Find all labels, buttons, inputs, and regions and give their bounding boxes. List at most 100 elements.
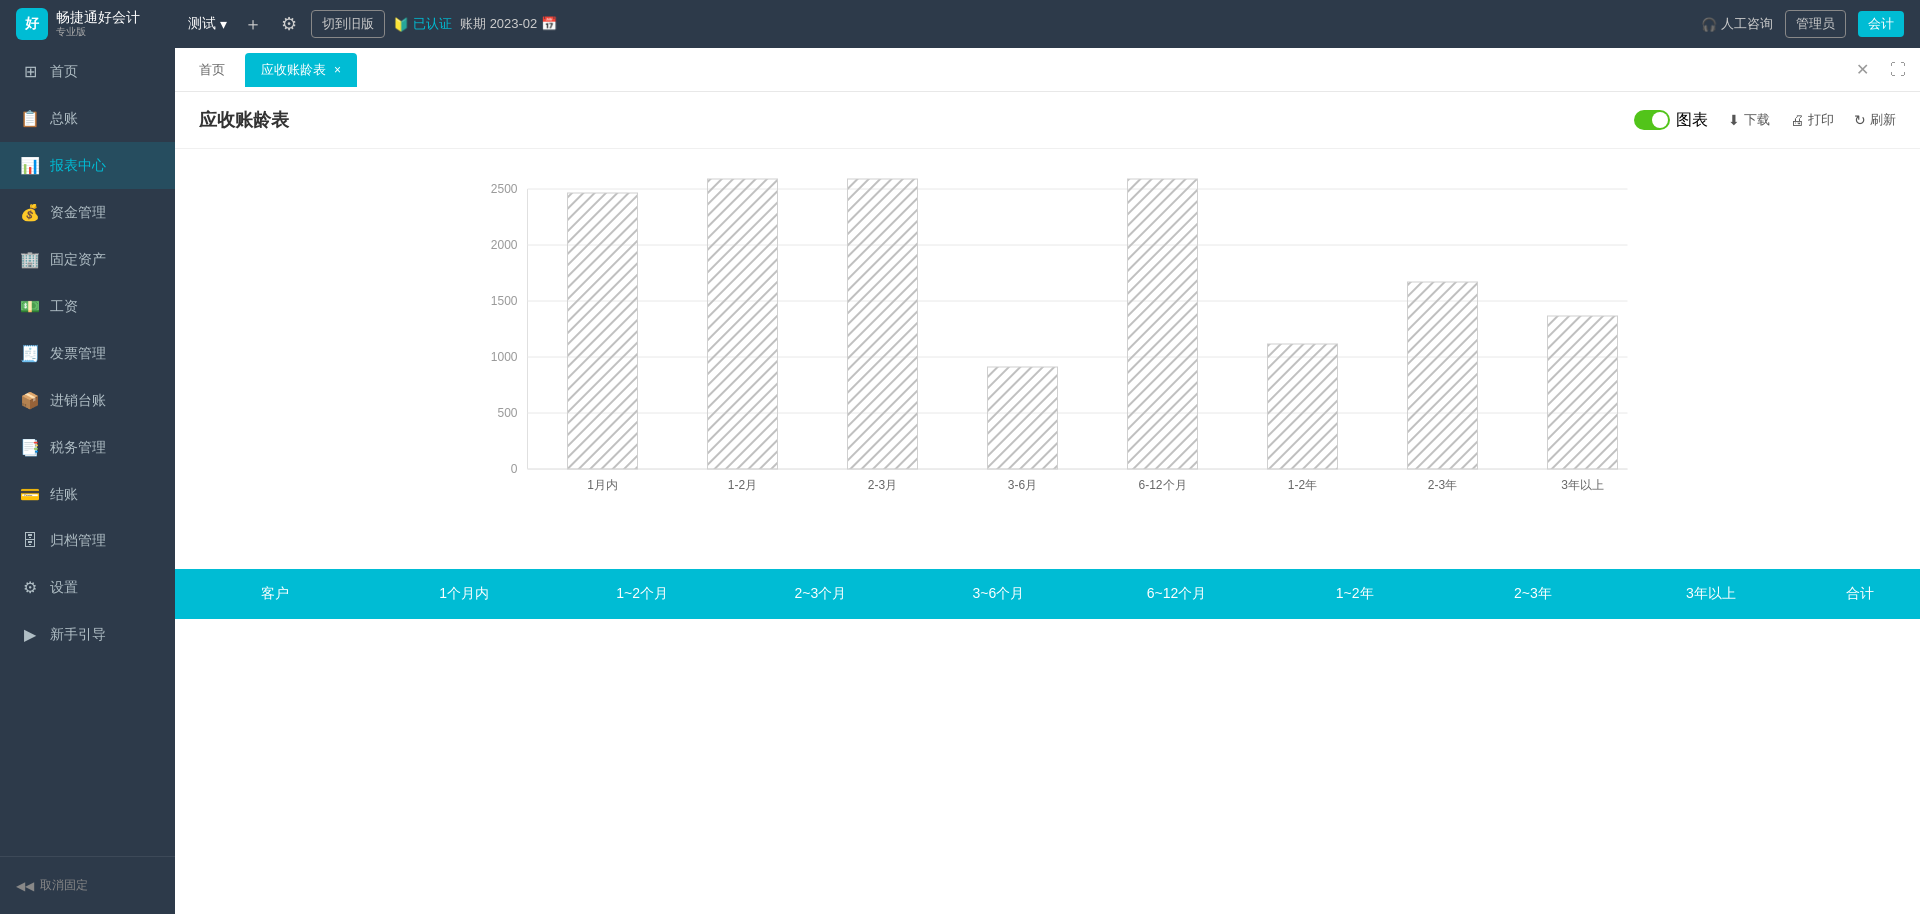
table-header-cell: 1~2个月 <box>553 569 731 619</box>
top-header: 好 畅捷通好会计 专业版 测试 ▾ ＋ ⚙ 切到旧版 🔰 已认证 账期 2023… <box>0 0 1920 48</box>
svg-text:1-2月: 1-2月 <box>728 478 757 492</box>
add-button[interactable]: ＋ <box>239 10 267 38</box>
user-button[interactable]: 管理员 <box>1785 10 1846 38</box>
content-area: 首页 应收账龄表 × ✕ ⛶ 应收账龄表 <box>175 48 1920 914</box>
sidebar-item-capital[interactable]: 💰 资金管理 <box>0 189 175 236</box>
print-icon: 🖨 <box>1790 112 1804 128</box>
tab-expand-button[interactable]: ⛶ <box>1884 56 1912 84</box>
sidebar-item-invoice[interactable]: 🧾 发票管理 <box>0 330 175 377</box>
sidebar-item-archive[interactable]: 🗄 归档管理 <box>0 518 175 564</box>
table-header-cell: 3~6个月 <box>909 569 1087 619</box>
sidebar-icon-checkout: 💳 <box>20 485 40 504</box>
sidebar-icon-capital: 💰 <box>20 203 40 222</box>
sidebar-item-tax[interactable]: 📑 税务管理 <box>0 424 175 471</box>
tab-accounts-aging[interactable]: 应收账龄表 × <box>245 53 357 87</box>
consult-button[interactable]: 🎧 人工咨询 <box>1701 15 1773 33</box>
refresh-label: 刷新 <box>1870 111 1896 129</box>
table-header-cell: 客户 <box>175 569 375 619</box>
bar-6 <box>1268 344 1338 469</box>
sidebar-icon-invoice: 🧾 <box>20 344 40 363</box>
svg-text:1500: 1500 <box>491 294 518 308</box>
tab-home-label: 首页 <box>199 61 225 79</box>
headphone-icon: 🎧 <box>1701 17 1717 32</box>
chart-area: 0 500 1000 1500 2000 2500 <box>175 149 1920 569</box>
consult-label: 人工咨询 <box>1721 15 1773 33</box>
sidebar-icon-reports: 📊 <box>20 156 40 175</box>
sidebar-label-guide: 新手引导 <box>50 626 106 644</box>
chart-wrapper: 0 500 1000 1500 2000 2500 <box>199 169 1896 549</box>
svg-text:500: 500 <box>497 406 517 420</box>
bar-8 <box>1548 316 1618 469</box>
sidebar-item-home[interactable]: ⊞ 首页 <box>0 48 175 95</box>
dropdown-arrow-icon: ▾ <box>220 16 227 32</box>
sidebar-icon-tax: 📑 <box>20 438 40 457</box>
toggle-knob <box>1652 112 1668 128</box>
sidebar-item-inventory[interactable]: 📦 进销台账 <box>0 377 175 424</box>
app-name: 畅捷通好会计 <box>56 9 140 26</box>
refresh-button[interactable]: ↻ 刷新 <box>1854 111 1896 129</box>
sidebar-item-reports[interactable]: 📊 报表中心 <box>0 142 175 189</box>
sidebar-item-fixed-assets[interactable]: 🏢 固定资产 <box>0 236 175 283</box>
sidebar-label-general-ledger: 总账 <box>50 110 78 128</box>
print-label: 打印 <box>1808 111 1834 129</box>
page-content: 应收账龄表 图表 ⬇ 下载 🖨 <box>175 92 1920 914</box>
bar-2 <box>708 179 778 469</box>
sidebar-item-general-ledger[interactable]: 📋 总账 <box>0 95 175 142</box>
table-header-cell: 3年以上 <box>1622 569 1800 619</box>
svg-text:3年以上: 3年以上 <box>1561 478 1604 492</box>
svg-text:0: 0 <box>511 462 518 476</box>
table-header-cell: 2~3个月 <box>731 569 909 619</box>
svg-text:2-3月: 2-3月 <box>868 478 897 492</box>
toggle-track[interactable] <box>1634 110 1670 130</box>
sidebar-item-checkout[interactable]: 💳 结账 <box>0 471 175 518</box>
certified-badge: 🔰 已认证 <box>393 15 452 33</box>
certified-text: 已认证 <box>413 15 452 33</box>
switch-version-button[interactable]: 切到旧版 <box>311 10 385 38</box>
period-label: 账期 <box>460 16 486 31</box>
table-header-cell: 1个月内 <box>375 569 553 619</box>
tab-bar: 首页 应收账龄表 × ✕ ⛶ <box>175 48 1920 92</box>
chart-toggle-label: 图表 <box>1676 110 1708 131</box>
calendar-icon[interactable]: 📅 <box>541 16 557 31</box>
bar-3 <box>848 179 918 469</box>
svg-text:2500: 2500 <box>491 182 518 196</box>
table-header-cell: 合计 <box>1800 569 1920 619</box>
bar-4 <box>988 367 1058 469</box>
settings-icon-button[interactable]: ⚙ <box>275 10 303 38</box>
tab-home[interactable]: 首页 <box>183 53 241 87</box>
logo-area: 好 畅捷通好会计 专业版 <box>16 8 176 40</box>
print-button[interactable]: 🖨 打印 <box>1790 111 1834 129</box>
download-button[interactable]: ⬇ 下载 <box>1728 111 1770 129</box>
chart-toggle[interactable]: 图表 <box>1634 110 1708 131</box>
sidebar-item-settings[interactable]: ⚙ 设置 <box>0 564 175 611</box>
main-layout: ⊞ 首页 📋 总账 📊 报表中心 💰 资金管理 🏢 固定资产 💵 工资 🧾 发票… <box>0 48 1920 914</box>
svg-text:1000: 1000 <box>491 350 518 364</box>
bar-1 <box>568 193 638 469</box>
svg-text:1-2年: 1-2年 <box>1288 478 1317 492</box>
tab-close-button[interactable]: ✕ <box>1848 56 1876 84</box>
sidebar-icon-general-ledger: 📋 <box>20 109 40 128</box>
report-title: 应收账龄表 <box>199 108 289 132</box>
accountant-button[interactable]: 会计 <box>1858 11 1904 37</box>
sidebar-label-archive: 归档管理 <box>50 532 106 550</box>
shield-icon: 🔰 <box>393 17 409 32</box>
tab-close-icon[interactable]: × <box>334 63 341 77</box>
tab-active-label: 应收账龄表 <box>261 61 326 79</box>
period-info: 账期 2023-02 📅 <box>460 15 557 33</box>
svg-text:1月内: 1月内 <box>587 478 618 492</box>
sidebar-item-guide[interactable]: ▶ 新手引导 <box>0 611 175 658</box>
table-header-cell: 2~3年 <box>1444 569 1622 619</box>
sidebar-label-home: 首页 <box>50 63 78 81</box>
logo-text-block: 畅捷通好会计 专业版 <box>56 9 140 40</box>
sidebar-icon-fixed-assets: 🏢 <box>20 250 40 269</box>
sidebar: ⊞ 首页 📋 总账 📊 报表中心 💰 资金管理 🏢 固定资产 💵 工资 🧾 发票… <box>0 48 175 914</box>
sidebar-icon-home: ⊞ <box>20 62 40 81</box>
sidebar-label-settings: 设置 <box>50 579 78 597</box>
project-selector[interactable]: 测试 ▾ <box>188 15 227 33</box>
sidebar-item-wages[interactable]: 💵 工资 <box>0 283 175 330</box>
sidebar-label-wages: 工资 <box>50 298 78 316</box>
report-container: 应收账龄表 图表 ⬇ 下载 🖨 <box>175 92 1920 914</box>
unpin-button[interactable]: ◀◀ 取消固定 <box>0 867 175 904</box>
sidebar-icon-archive: 🗄 <box>20 532 40 550</box>
svg-text:3-6月: 3-6月 <box>1008 478 1037 492</box>
